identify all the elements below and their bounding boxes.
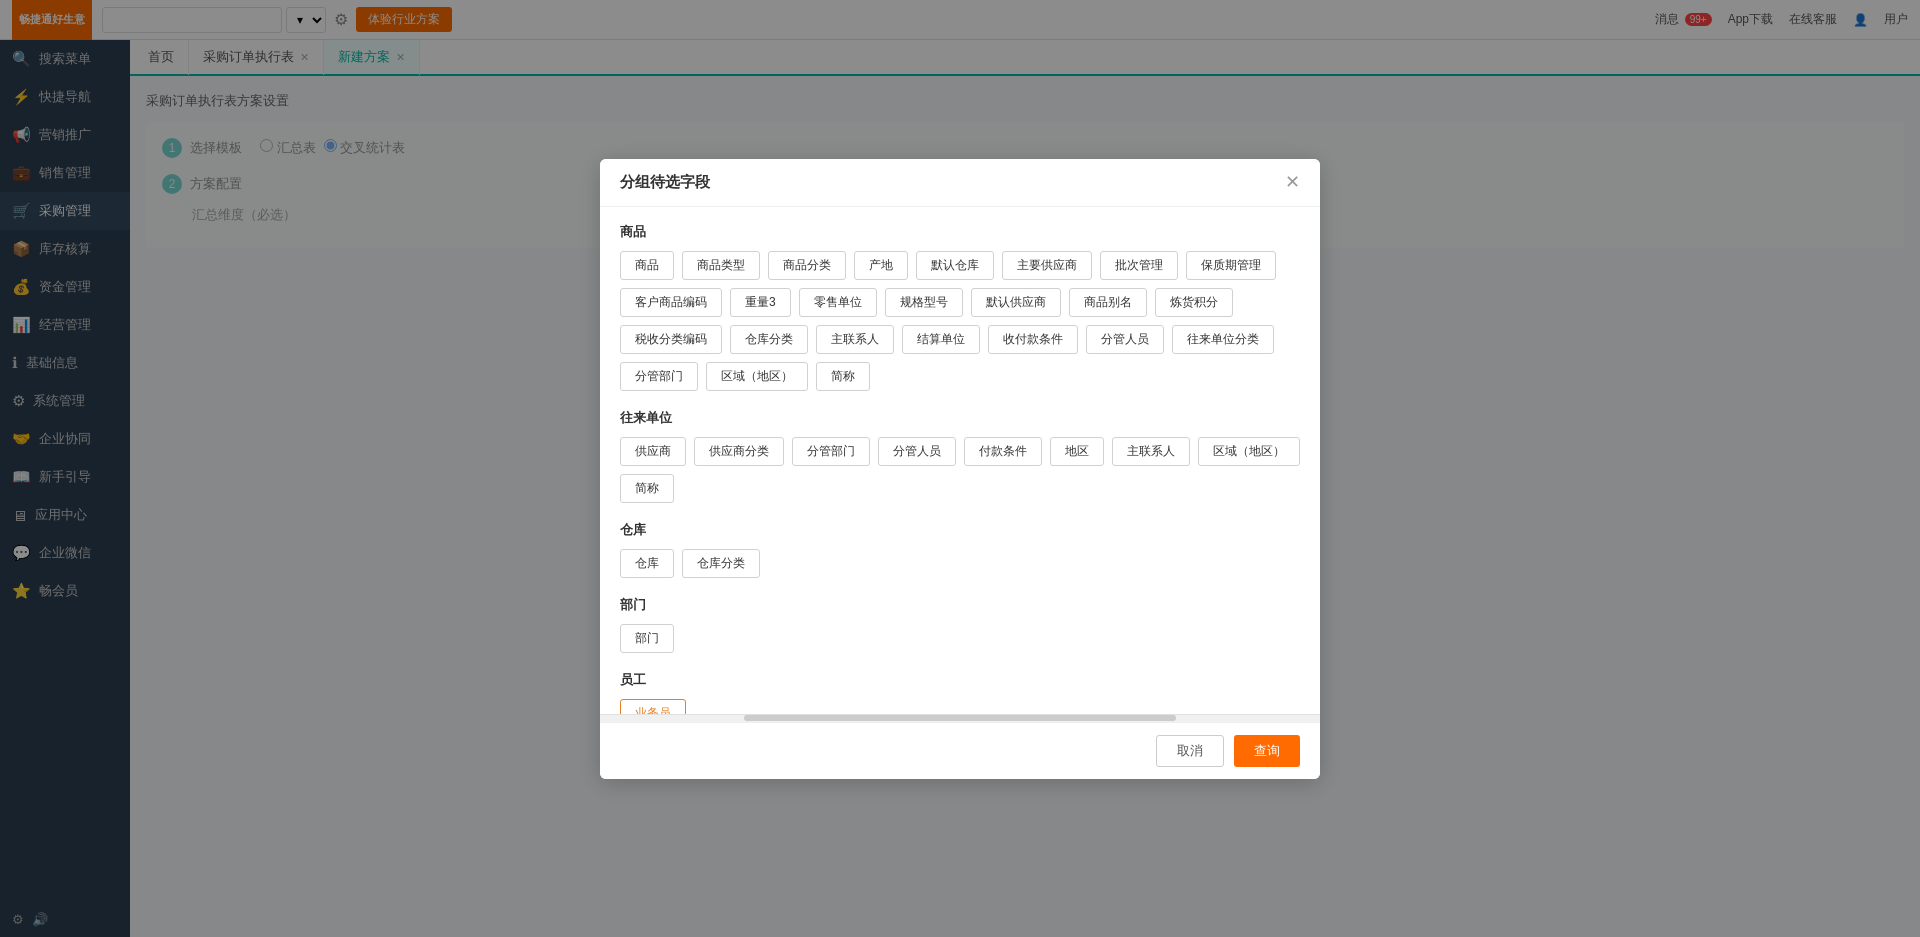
field-tag[interactable]: 分管部门 bbox=[792, 437, 870, 466]
field-tag[interactable]: 税收分类编码 bbox=[620, 325, 722, 354]
field-tag[interactable]: 业务员 bbox=[620, 699, 686, 714]
section-partner: 往来单位 供应商 供应商分类 分管部门 分管人员 付款条件 地区 主联系人 区域… bbox=[620, 409, 1300, 503]
field-tag[interactable]: 主联系人 bbox=[816, 325, 894, 354]
section-dept-title: 部门 bbox=[620, 596, 1300, 614]
field-tag[interactable]: 商品 bbox=[620, 251, 674, 280]
field-tag[interactable]: 零售单位 bbox=[799, 288, 877, 317]
field-tag[interactable]: 商品别名 bbox=[1069, 288, 1147, 317]
section-partner-fields: 供应商 供应商分类 分管部门 分管人员 付款条件 地区 主联系人 区域（地区） … bbox=[620, 437, 1300, 503]
field-tag[interactable]: 部门 bbox=[620, 624, 674, 653]
field-tag[interactable]: 往来单位分类 bbox=[1172, 325, 1274, 354]
field-tag[interactable]: 炼货积分 bbox=[1155, 288, 1233, 317]
field-tag[interactable]: 付款条件 bbox=[964, 437, 1042, 466]
cancel-button[interactable]: 取消 bbox=[1156, 735, 1224, 767]
modal-body[interactable]: 商品 商品 商品类型 商品分类 产地 默认仓库 主要供应商 批次管理 保质期管理… bbox=[600, 207, 1320, 714]
field-tag[interactable]: 批次管理 bbox=[1100, 251, 1178, 280]
modal-hscroll-thumb bbox=[744, 715, 1176, 721]
field-tag[interactable]: 规格型号 bbox=[885, 288, 963, 317]
field-tag[interactable]: 收付款条件 bbox=[988, 325, 1078, 354]
section-product-title: 商品 bbox=[620, 223, 1300, 241]
field-tag[interactable]: 简称 bbox=[816, 362, 870, 391]
field-tag[interactable]: 客户商品编码 bbox=[620, 288, 722, 317]
modal-footer: 取消 查询 bbox=[600, 722, 1320, 779]
modal-title: 分组待选字段 bbox=[620, 173, 710, 192]
field-tag[interactable]: 保质期管理 bbox=[1186, 251, 1276, 280]
field-tag[interactable]: 结算单位 bbox=[902, 325, 980, 354]
field-tag[interactable]: 商品分类 bbox=[768, 251, 846, 280]
section-warehouse-title: 仓库 bbox=[620, 521, 1300, 539]
section-warehouse: 仓库 仓库 仓库分类 bbox=[620, 521, 1300, 578]
field-tag[interactable]: 分管人员 bbox=[1086, 325, 1164, 354]
field-tag[interactable]: 仓库分类 bbox=[682, 549, 760, 578]
field-select-modal: 分组待选字段 ✕ 商品 商品 商品类型 商品分类 产地 默认仓库 主要供应商 批… bbox=[600, 159, 1320, 779]
field-tag[interactable]: 主要供应商 bbox=[1002, 251, 1092, 280]
section-product-fields: 商品 商品类型 商品分类 产地 默认仓库 主要供应商 批次管理 保质期管理 客户… bbox=[620, 251, 1300, 391]
modal-close-btn[interactable]: ✕ bbox=[1285, 173, 1300, 191]
field-tag[interactable]: 供应商分类 bbox=[694, 437, 784, 466]
field-tag[interactable]: 区域（地区） bbox=[706, 362, 808, 391]
section-employee-fields: 业务员 bbox=[620, 699, 1300, 714]
field-tag[interactable]: 仓库 bbox=[620, 549, 674, 578]
field-tag[interactable]: 主联系人 bbox=[1112, 437, 1190, 466]
section-product: 商品 商品 商品类型 商品分类 产地 默认仓库 主要供应商 批次管理 保质期管理… bbox=[620, 223, 1300, 391]
field-tag[interactable]: 产地 bbox=[854, 251, 908, 280]
field-tag[interactable]: 分管部门 bbox=[620, 362, 698, 391]
section-warehouse-fields: 仓库 仓库分类 bbox=[620, 549, 1300, 578]
field-tag[interactable]: 区域（地区） bbox=[1198, 437, 1300, 466]
field-tag[interactable]: 地区 bbox=[1050, 437, 1104, 466]
section-dept: 部门 部门 bbox=[620, 596, 1300, 653]
field-tag[interactable]: 分管人员 bbox=[878, 437, 956, 466]
field-tag[interactable]: 重量3 bbox=[730, 288, 791, 317]
section-partner-title: 往来单位 bbox=[620, 409, 1300, 427]
section-employee: 员工 业务员 bbox=[620, 671, 1300, 714]
confirm-button[interactable]: 查询 bbox=[1234, 735, 1300, 767]
field-tag[interactable]: 默认仓库 bbox=[916, 251, 994, 280]
field-tag[interactable]: 仓库分类 bbox=[730, 325, 808, 354]
modal-header: 分组待选字段 ✕ bbox=[600, 159, 1320, 207]
section-dept-fields: 部门 bbox=[620, 624, 1300, 653]
field-tag[interactable]: 简称 bbox=[620, 474, 674, 503]
field-tag[interactable]: 商品类型 bbox=[682, 251, 760, 280]
field-tag[interactable]: 供应商 bbox=[620, 437, 686, 466]
modal-overlay: 分组待选字段 ✕ 商品 商品 商品类型 商品分类 产地 默认仓库 主要供应商 批… bbox=[0, 0, 1920, 937]
section-employee-title: 员工 bbox=[620, 671, 1300, 689]
field-tag[interactable]: 默认供应商 bbox=[971, 288, 1061, 317]
modal-hscrollbar[interactable] bbox=[600, 714, 1320, 722]
